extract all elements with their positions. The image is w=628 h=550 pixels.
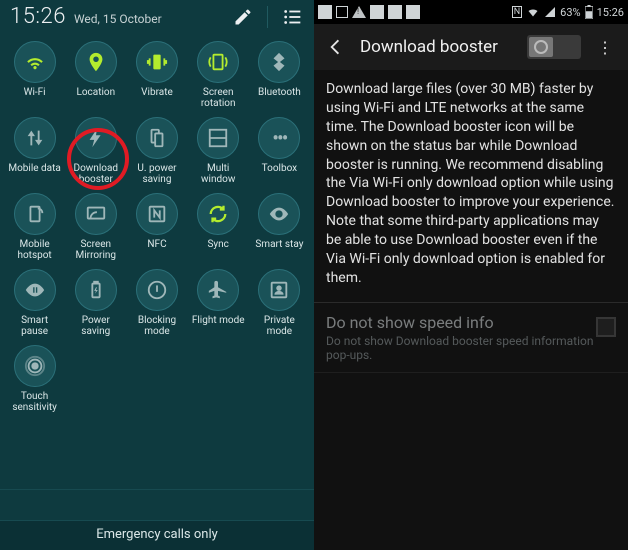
- qs-header: 15:26 Wed, 15 October: [0, 0, 314, 35]
- qs-tile-nfc[interactable]: NFC: [126, 193, 187, 261]
- qs-tile-label: Touch sensitivity: [7, 391, 63, 413]
- overflow-menu-icon[interactable]: ⋮: [589, 34, 622, 61]
- qs-tile-label: Private mode: [251, 315, 307, 337]
- qs-tile-vibrate[interactable]: Vibrate: [126, 41, 187, 109]
- pref-title: Do not show speed info: [326, 313, 616, 332]
- smart-pause-icon: [14, 269, 56, 311]
- qs-tile-label: Screen rotation: [190, 87, 246, 109]
- vibrate-icon: [136, 41, 178, 83]
- edit-icon[interactable]: [233, 7, 253, 27]
- status-icon: [336, 6, 348, 18]
- qs-tile-mirroring[interactable]: Screen Mirroring: [65, 193, 126, 261]
- toolbox-icon: •••: [258, 117, 300, 159]
- signal-icon: [544, 6, 556, 18]
- nfc-status-icon: N: [512, 6, 522, 18]
- qs-tile-label: Flight mode: [192, 315, 245, 337]
- status-icon: [406, 5, 420, 19]
- list-icon[interactable]: [282, 6, 304, 28]
- status-icon: [370, 5, 384, 19]
- qs-tile-label: Download booster: [68, 163, 124, 185]
- qs-tile-touch-sensitivity[interactable]: Touch sensitivity: [4, 345, 65, 413]
- qs-tile-label: Blocking mode: [129, 315, 185, 337]
- pref-checkbox[interactable]: [596, 317, 616, 337]
- smart-stay-icon: [258, 193, 300, 235]
- qs-tile-u-power-saving[interactable]: U. power saving: [126, 117, 187, 185]
- back-icon[interactable]: [318, 32, 352, 62]
- rotation-icon: [197, 41, 239, 83]
- qs-tile-sync[interactable]: Sync: [188, 193, 249, 261]
- blocking-icon: [136, 269, 178, 311]
- qs-tile-label: Location: [76, 87, 115, 109]
- location-icon: [75, 41, 117, 83]
- qs-tile-label: NFC: [147, 239, 166, 261]
- clock-date: Wed, 15 October: [74, 12, 162, 29]
- qs-tile-label: Mobile data: [8, 163, 61, 185]
- divider: [267, 6, 268, 28]
- status-icon: [318, 5, 332, 19]
- status-time: 15:26: [597, 6, 624, 19]
- qs-tile-download-booster[interactable]: Download booster: [65, 117, 126, 185]
- page-title: Download booster: [360, 37, 519, 57]
- qs-tile-label: Sync: [207, 239, 228, 261]
- qs-tile-smart-pause[interactable]: Smart pause: [4, 269, 65, 337]
- description-text: Download large files (over 30 MB) faster…: [314, 70, 628, 303]
- qs-tile-mobile-data[interactable]: Mobile data: [4, 117, 65, 185]
- qs-tile-toolbox[interactable]: ••• Toolbox: [249, 117, 310, 185]
- pref-speed-info: Do not show speed info Do not show Downl…: [314, 303, 628, 373]
- private-icon: [258, 269, 300, 311]
- settings-detail-panel: N 63% 15:26 Download booster ⋮ Download …: [314, 0, 628, 550]
- battery-text: 63%: [560, 6, 580, 19]
- status-icon: [388, 5, 402, 19]
- qs-tile-power-saving[interactable]: Power saving: [65, 269, 126, 337]
- qs-tile-bluetooth[interactable]: Bluetooth: [249, 41, 310, 109]
- touch-sensitivity-icon: [14, 345, 56, 387]
- clock-time: 15:26: [10, 4, 66, 29]
- master-toggle[interactable]: [527, 35, 581, 59]
- quick-settings-panel: 15:26 Wed, 15 October Wi-Fi Location Vibra…: [0, 0, 314, 550]
- wifi-status-icon: [526, 6, 540, 18]
- qs-tile-blocking[interactable]: Blocking mode: [126, 269, 187, 337]
- sync-icon: [197, 193, 239, 235]
- qs-tile-smart-stay[interactable]: Smart stay: [249, 193, 310, 261]
- wifi-icon: [14, 41, 56, 83]
- u-power-saving-icon: [136, 117, 178, 159]
- qs-tile-label: Toolbox: [262, 163, 298, 185]
- qs-tile-label: Vibrate: [141, 87, 173, 109]
- qs-tile-label: Smart pause: [7, 315, 63, 337]
- qs-tile-label: U. power saving: [129, 163, 185, 185]
- qs-tile-label: Mobile hotspot: [7, 239, 63, 261]
- bluetooth-icon: [258, 41, 300, 83]
- power-saving-icon: [75, 269, 117, 311]
- flight-icon: [197, 269, 239, 311]
- qs-tile-location[interactable]: Location: [65, 41, 126, 109]
- battery-icon: [585, 5, 593, 19]
- warning-icon: [352, 6, 366, 18]
- download-booster-icon: [75, 117, 117, 159]
- qs-tile-hotspot[interactable]: Mobile hotspot: [4, 193, 65, 261]
- qs-tile-private[interactable]: Private mode: [249, 269, 310, 337]
- mobile-data-icon: [14, 117, 56, 159]
- emergency-text: Emergency calls only: [0, 521, 314, 550]
- qs-tile-label: Smart stay: [255, 239, 303, 261]
- qs-tile-multi-window[interactable]: Multi window: [188, 117, 249, 185]
- brightness-slider[interactable]: [0, 489, 314, 521]
- qs-tile-wifi[interactable]: Wi-Fi: [4, 41, 65, 109]
- toggle-knob: [529, 37, 553, 57]
- qs-tile-label: Screen Mirroring: [68, 239, 124, 261]
- qs-tile-rotation[interactable]: Screen rotation: [188, 41, 249, 109]
- qs-tile-label: Power saving: [68, 315, 124, 337]
- mirroring-icon: [75, 193, 117, 235]
- nfc-icon: [136, 193, 178, 235]
- multi-window-icon: [197, 117, 239, 159]
- app-bar: Download booster ⋮: [314, 24, 628, 70]
- qs-tile-grid: Wi-Fi Location Vibrate Screen rotation Bluet…: [0, 35, 314, 413]
- status-bar: N 63% 15:26: [314, 0, 628, 24]
- qs-tile-label: Bluetooth: [258, 87, 301, 109]
- hotspot-icon: [14, 193, 56, 235]
- qs-tile-label: Wi-Fi: [24, 87, 46, 109]
- qs-tile-label: Multi window: [190, 163, 246, 185]
- qs-tile-flight[interactable]: Flight mode: [188, 269, 249, 337]
- pref-subtitle: Do not show Download booster speed infor…: [326, 334, 616, 362]
- qs-footer: Emergency calls only: [0, 489, 314, 550]
